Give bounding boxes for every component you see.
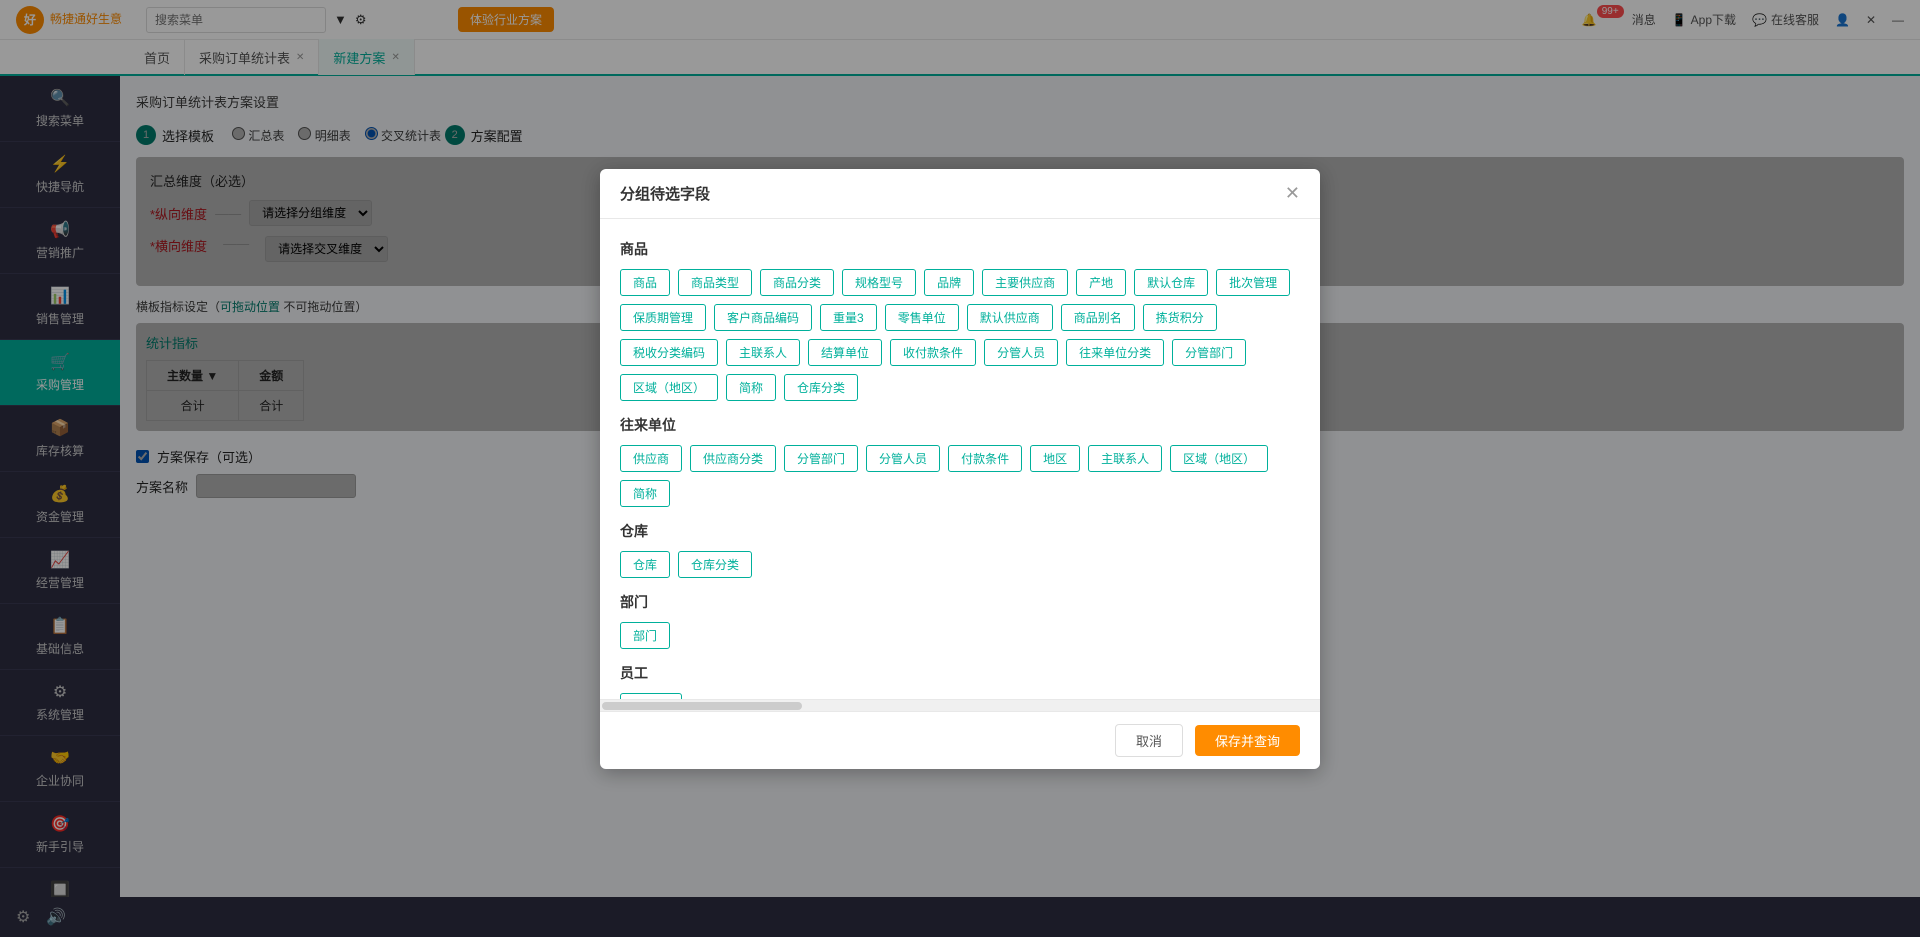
field-weight[interactable]: 重量3 xyxy=(820,304,877,331)
field-default-supplier[interactable]: 默认供应商 xyxy=(967,304,1053,331)
field-area[interactable]: 地区 xyxy=(1030,445,1080,472)
field-retail-unit[interactable]: 零售单位 xyxy=(885,304,959,331)
save-button[interactable]: 保存并查询 xyxy=(1195,725,1300,756)
field-region[interactable]: 区域（地区） xyxy=(620,374,718,401)
field-department[interactable]: 部门 xyxy=(620,622,670,649)
field-manager[interactable]: 分管人员 xyxy=(984,339,1058,366)
field-tax-code[interactable]: 税收分类编码 xyxy=(620,339,718,366)
field-settle-unit[interactable]: 结算单位 xyxy=(808,339,882,366)
field-group-dept: 部门 xyxy=(620,622,1300,649)
cancel-button[interactable]: 取消 xyxy=(1115,724,1183,757)
modal-header: 分组待选字段 ✕ xyxy=(600,169,1320,219)
field-default-wh[interactable]: 默认仓库 xyxy=(1134,269,1208,296)
field-group-partner: 供应商 供应商分类 分管部门 分管人员 付款条件 地区 主联系人 区域（地区） … xyxy=(620,445,1300,507)
modal-footer: 取消 保存并查询 xyxy=(600,711,1320,769)
field-abbr2[interactable]: 简称 xyxy=(620,480,670,507)
field-main-contact[interactable]: 主联系人 xyxy=(726,339,800,366)
field-goods-cat[interactable]: 商品分类 xyxy=(760,269,834,296)
section-title-dept: 部门 xyxy=(620,592,1300,612)
modal-body: 商品 商品 商品类型 商品分类 规格型号 品牌 主要供应商 产地 默认仓库 批次… xyxy=(600,219,1320,699)
field-supplier[interactable]: 供应商 xyxy=(620,445,682,472)
field-group-goods: 商品 商品类型 商品分类 规格型号 品牌 主要供应商 产地 默认仓库 批次管理 … xyxy=(620,269,1300,401)
field-goods[interactable]: 商品 xyxy=(620,269,670,296)
field-wh-cat[interactable]: 仓库分类 xyxy=(784,374,858,401)
field-warehouse[interactable]: 仓库 xyxy=(620,551,670,578)
field-dept2[interactable]: 分管部门 xyxy=(784,445,858,472)
field-goods-alias[interactable]: 商品别名 xyxy=(1061,304,1135,331)
field-group-warehouse: 仓库 仓库分类 xyxy=(620,551,1300,578)
section-title-warehouse: 仓库 xyxy=(620,521,1300,541)
field-abbr[interactable]: 简称 xyxy=(726,374,776,401)
field-shelf-life[interactable]: 保质期管理 xyxy=(620,304,706,331)
section-title-partner: 往来单位 xyxy=(620,415,1300,435)
field-payment-term[interactable]: 收付款条件 xyxy=(890,339,976,366)
field-goods-type[interactable]: 商品类型 xyxy=(678,269,752,296)
field-contact2[interactable]: 主联系人 xyxy=(1088,445,1162,472)
field-supplier-cat[interactable]: 供应商分类 xyxy=(690,445,776,472)
field-dept[interactable]: 分管部门 xyxy=(1172,339,1246,366)
field-brand[interactable]: 品牌 xyxy=(924,269,974,296)
field-select-modal: 分组待选字段 ✕ 商品 商品 商品类型 商品分类 规格型号 品牌 主要供应商 产… xyxy=(600,169,1320,769)
field-manager2[interactable]: 分管人员 xyxy=(866,445,940,472)
field-region2[interactable]: 区域（地区） xyxy=(1170,445,1268,472)
field-pick-points[interactable]: 拣货积分 xyxy=(1143,304,1217,331)
field-payment[interactable]: 付款条件 xyxy=(948,445,1022,472)
field-wh-cat2[interactable]: 仓库分类 xyxy=(678,551,752,578)
modal-hscroll-thumb xyxy=(602,702,802,710)
field-partner-cat[interactable]: 往来单位分类 xyxy=(1066,339,1164,366)
field-batch[interactable]: 批次管理 xyxy=(1216,269,1290,296)
modal-title: 分组待选字段 xyxy=(620,183,710,204)
modal-hscroll[interactable] xyxy=(600,699,1320,711)
field-spec[interactable]: 规格型号 xyxy=(842,269,916,296)
section-title-staff: 员工 xyxy=(620,663,1300,683)
field-cust-code[interactable]: 客户商品编码 xyxy=(714,304,812,331)
field-main-supplier[interactable]: 主要供应商 xyxy=(982,269,1068,296)
modal-close-btn[interactable]: ✕ xyxy=(1285,183,1300,204)
field-origin[interactable]: 产地 xyxy=(1076,269,1126,296)
section-title-goods: 商品 xyxy=(620,239,1300,259)
